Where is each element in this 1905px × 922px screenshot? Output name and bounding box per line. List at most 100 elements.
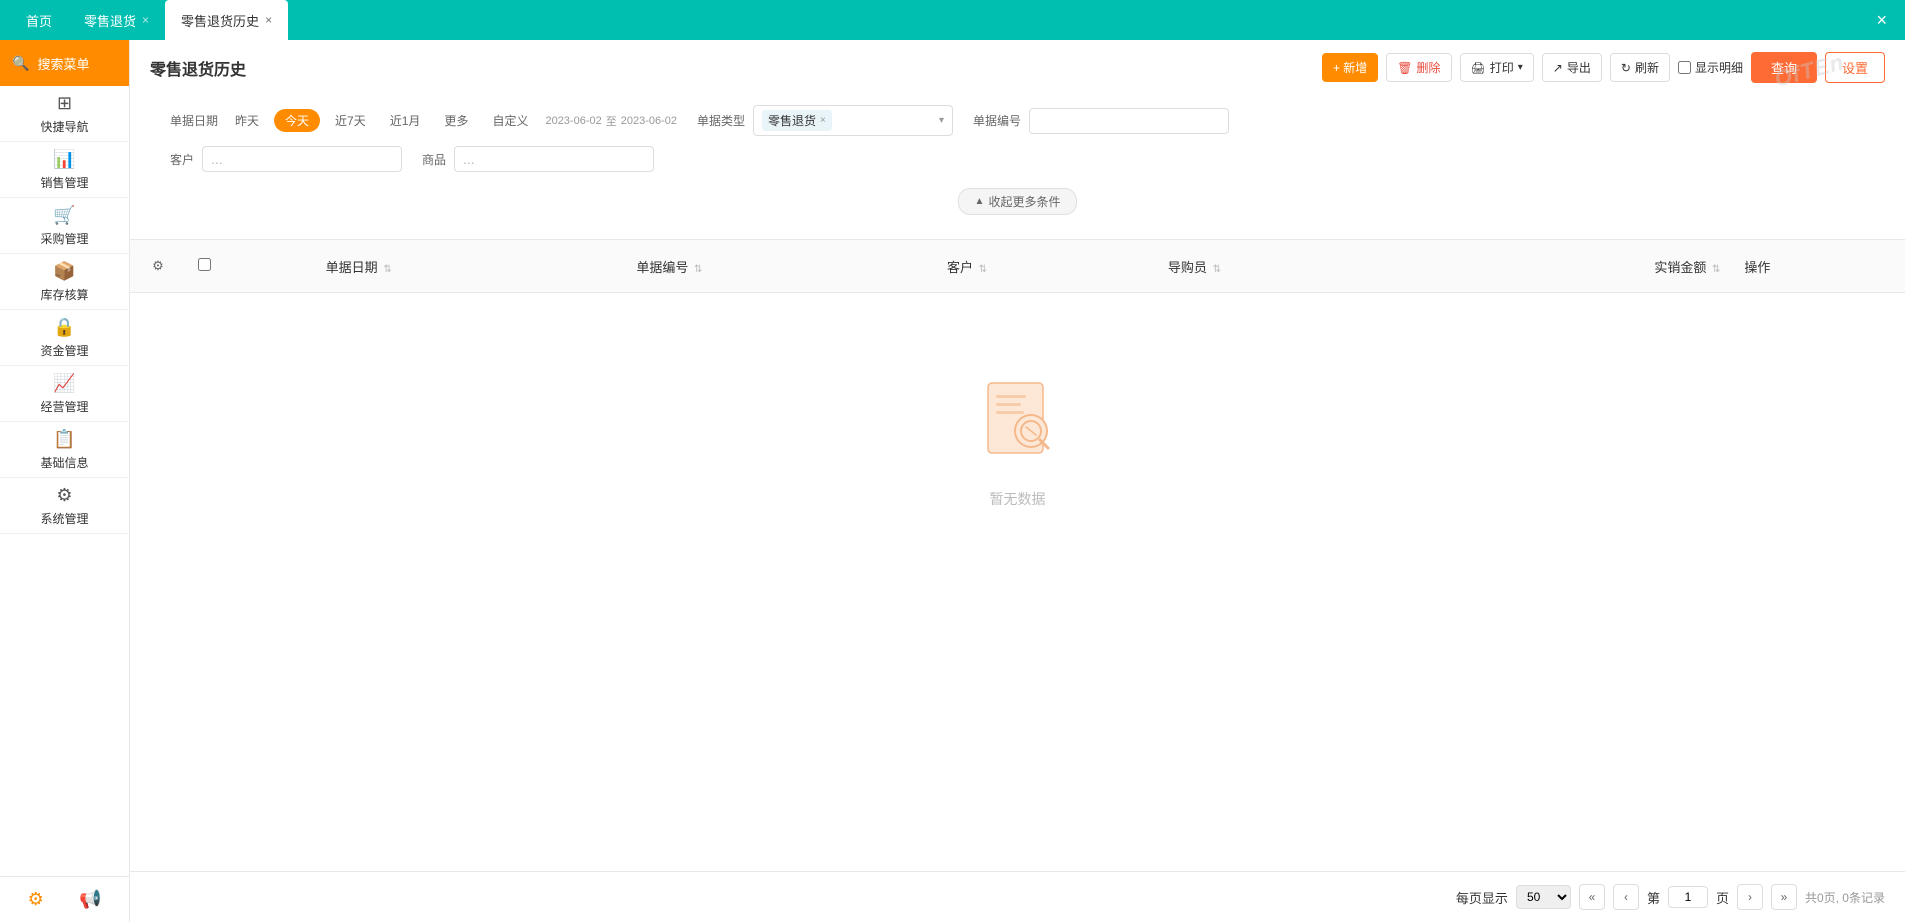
date-btn-yesterday[interactable]: 昨天 — [226, 109, 268, 132]
collapse-btn[interactable]: ▲ 收起更多条件 — [958, 188, 1078, 215]
main-layout: 🔍 搜索菜单 ⊞ 快捷导航 📊 销售管理 🛒 采购管理 📦 库存核算 🔒 资金管… — [0, 40, 1905, 922]
doc-type-chevron-icon: ▾ — [939, 115, 944, 126]
sidebar-item-sales-mgmt[interactable]: 📊 销售管理 — [0, 142, 129, 198]
th-doc-no-label: 单据编号 — [636, 260, 688, 275]
per-page-select[interactable]: 50 10 20 100 — [1516, 885, 1571, 909]
tab-retail-return-history-close[interactable]: × — [265, 13, 272, 27]
query-btn[interactable]: 查询 — [1751, 52, 1817, 83]
tab-home-label: 首页 — [26, 11, 52, 30]
table-container: ⚙ 单据日期 ⇅ 单据编号 ⇅ — [130, 240, 1905, 871]
sidebar-audio-icon[interactable]: 📢 — [79, 889, 101, 910]
page-input[interactable] — [1668, 886, 1708, 908]
prev-page-btn[interactable]: ‹ — [1613, 884, 1639, 910]
print-label: 打印 — [1490, 59, 1514, 76]
date-separator: 至 — [606, 113, 617, 129]
th-customer: 客户 ⇅ — [935, 240, 1156, 293]
basic-info-icon: 📋 — [53, 429, 75, 450]
setting-btn[interactable]: 设置 — [1825, 52, 1885, 83]
doc-id-label: 单据编号 — [973, 112, 1021, 129]
sidebar-item-stock-calc[interactable]: 📦 库存核算 — [0, 254, 129, 310]
tab-retail-return-history[interactable]: 零售退货历史 × — [165, 0, 288, 40]
doc-type-tag: 零售退货 × — [762, 110, 832, 131]
refresh-label: 刷新 — [1635, 59, 1659, 76]
delete-icon: 🗑 — [1397, 61, 1412, 75]
new-btn[interactable]: + 新增 — [1322, 53, 1378, 82]
sidebar-item-fund-mgmt-label: 资金管理 — [40, 342, 88, 359]
doc-id-input[interactable] — [1029, 108, 1229, 134]
doc-type-select[interactable]: 零售退货 × ▾ — [753, 105, 953, 136]
date-range: 2023-06-02 至 2023-06-02 — [545, 113, 677, 129]
table-settings-cell: ⚙ — [130, 240, 186, 293]
sidebar-gear-icon[interactable]: ⚙ — [28, 889, 44, 910]
display-detail-toggle[interactable]: 显示明细 — [1678, 59, 1743, 76]
doc-type-tag-close[interactable]: × — [820, 115, 826, 126]
table-settings-btn[interactable]: ⚙ — [142, 250, 174, 282]
pagination-bar: 每页显示 50 10 20 100 « ‹ 第 页 › » 共0页, 0条记录 — [130, 871, 1905, 922]
sidebar-item-basic-info[interactable]: 📋 基础信息 — [0, 422, 129, 478]
export-btn[interactable]: ↗ 导出 — [1542, 53, 1602, 82]
last-page-btn[interactable]: » — [1771, 884, 1797, 910]
tab-home[interactable]: 首页 — [10, 0, 68, 40]
tab-retail-return[interactable]: 零售退货 × — [68, 0, 165, 40]
collapse-icon: ▲ — [975, 196, 985, 207]
export-icon: ↗ — [1553, 61, 1563, 75]
th-customer-sort-icon[interactable]: ⇅ — [979, 264, 987, 275]
sales-mgmt-icon: 📊 — [53, 149, 75, 170]
sidebar: 🔍 搜索菜单 ⊞ 快捷导航 📊 销售管理 🛒 采购管理 📦 库存核算 🔒 资金管… — [0, 40, 130, 922]
date-btn-more[interactable]: 更多 — [435, 109, 477, 132]
th-checkbox — [186, 240, 314, 293]
date-btn-today[interactable]: 今天 — [274, 109, 320, 132]
print-btn[interactable]: 🖨 打印 ▾ — [1460, 53, 1534, 82]
sidebar-search[interactable]: 🔍 搜索菜单 — [0, 40, 129, 86]
date-filter-item: 单据日期 昨天 今天 近7天 近1月 更多 自定义 2023-06-02 至 — [170, 109, 677, 132]
sidebar-item-fund-mgmt[interactable]: 🔒 资金管理 — [0, 310, 129, 366]
top-nav: 首页 零售退货 × 零售退货历史 × OfTEn × — [0, 0, 1905, 40]
date-filters: 昨天 今天 近7天 近1月 更多 自定义 — [226, 109, 537, 132]
empty-state: 暂无数据 — [130, 293, 1905, 589]
delete-btn[interactable]: 🗑 删除 — [1386, 53, 1451, 82]
th-doc-date-sort-icon[interactable]: ⇅ — [383, 264, 391, 275]
th-actual-amount-sort-icon[interactable]: ⇅ — [1712, 264, 1720, 275]
date-start: 2023-06-02 — [545, 115, 601, 127]
date-btn-7days[interactable]: 近7天 — [326, 109, 375, 132]
sidebar-item-basic-info-label: 基础信息 — [40, 454, 88, 471]
date-btn-custom[interactable]: 自定义 — [483, 109, 537, 132]
quick-nav-icon: ⊞ — [57, 93, 72, 114]
sidebar-item-sys-mgmt[interactable]: ⚙ 系统管理 — [0, 478, 129, 534]
sidebar-item-purchase-mgmt[interactable]: 🛒 采购管理 — [0, 198, 129, 254]
sidebar-item-quick-nav[interactable]: ⊞ 快捷导航 — [0, 86, 129, 142]
per-page-label: 每页显示 — [1456, 888, 1508, 907]
filter-row-2: 客户 ... 商品 ... — [170, 146, 1865, 172]
date-filter-label: 单据日期 — [170, 112, 218, 129]
table-body: 暂无数据 — [130, 293, 1905, 590]
collapse-label: 收起更多条件 — [988, 193, 1060, 210]
first-page-btn[interactable]: « — [1579, 884, 1605, 910]
main-content: 零售退货历史 + 新增 🗑 删除 🖨 打印 ▾ ↗ 导出 — [130, 40, 1905, 922]
goods-input[interactable]: ... — [454, 146, 654, 172]
goods-dots: ... — [463, 151, 475, 167]
tab-retail-return-close[interactable]: × — [142, 13, 149, 27]
tab-retail-return-history-label: 零售退货历史 — [181, 11, 259, 30]
refresh-btn[interactable]: ↻ 刷新 — [1610, 53, 1670, 82]
close-window-btn[interactable]: × — [1868, 10, 1895, 31]
select-all-checkbox[interactable] — [198, 258, 211, 271]
customer-input[interactable]: ... — [202, 146, 402, 172]
sidebar-item-biz-mgmt[interactable]: 📈 经营管理 — [0, 366, 129, 422]
th-guide-sort-icon[interactable]: ⇅ — [1213, 264, 1221, 275]
th-doc-no-sort-icon[interactable]: ⇅ — [694, 264, 702, 275]
th-guide-label: 导购员 — [1168, 260, 1207, 275]
empty-icon — [968, 373, 1068, 473]
date-btn-1month[interactable]: 近1月 — [381, 109, 430, 132]
page-label: 第 — [1647, 888, 1660, 907]
th-operation: 操作 — [1732, 240, 1905, 293]
page-suffix: 页 — [1716, 888, 1729, 907]
goods-label: 商品 — [422, 151, 446, 168]
sidebar-item-sales-mgmt-label: 销售管理 — [40, 174, 88, 191]
display-detail-checkbox[interactable] — [1678, 61, 1691, 74]
sidebar-item-purchase-mgmt-label: 采购管理 — [40, 230, 88, 247]
search-icon: 🔍 — [12, 55, 29, 72]
doc-type-label: 单据类型 — [697, 112, 745, 129]
customer-label: 客户 — [170, 151, 194, 168]
sidebar-item-stock-calc-label: 库存核算 — [40, 286, 88, 303]
next-page-btn[interactable]: › — [1737, 884, 1763, 910]
